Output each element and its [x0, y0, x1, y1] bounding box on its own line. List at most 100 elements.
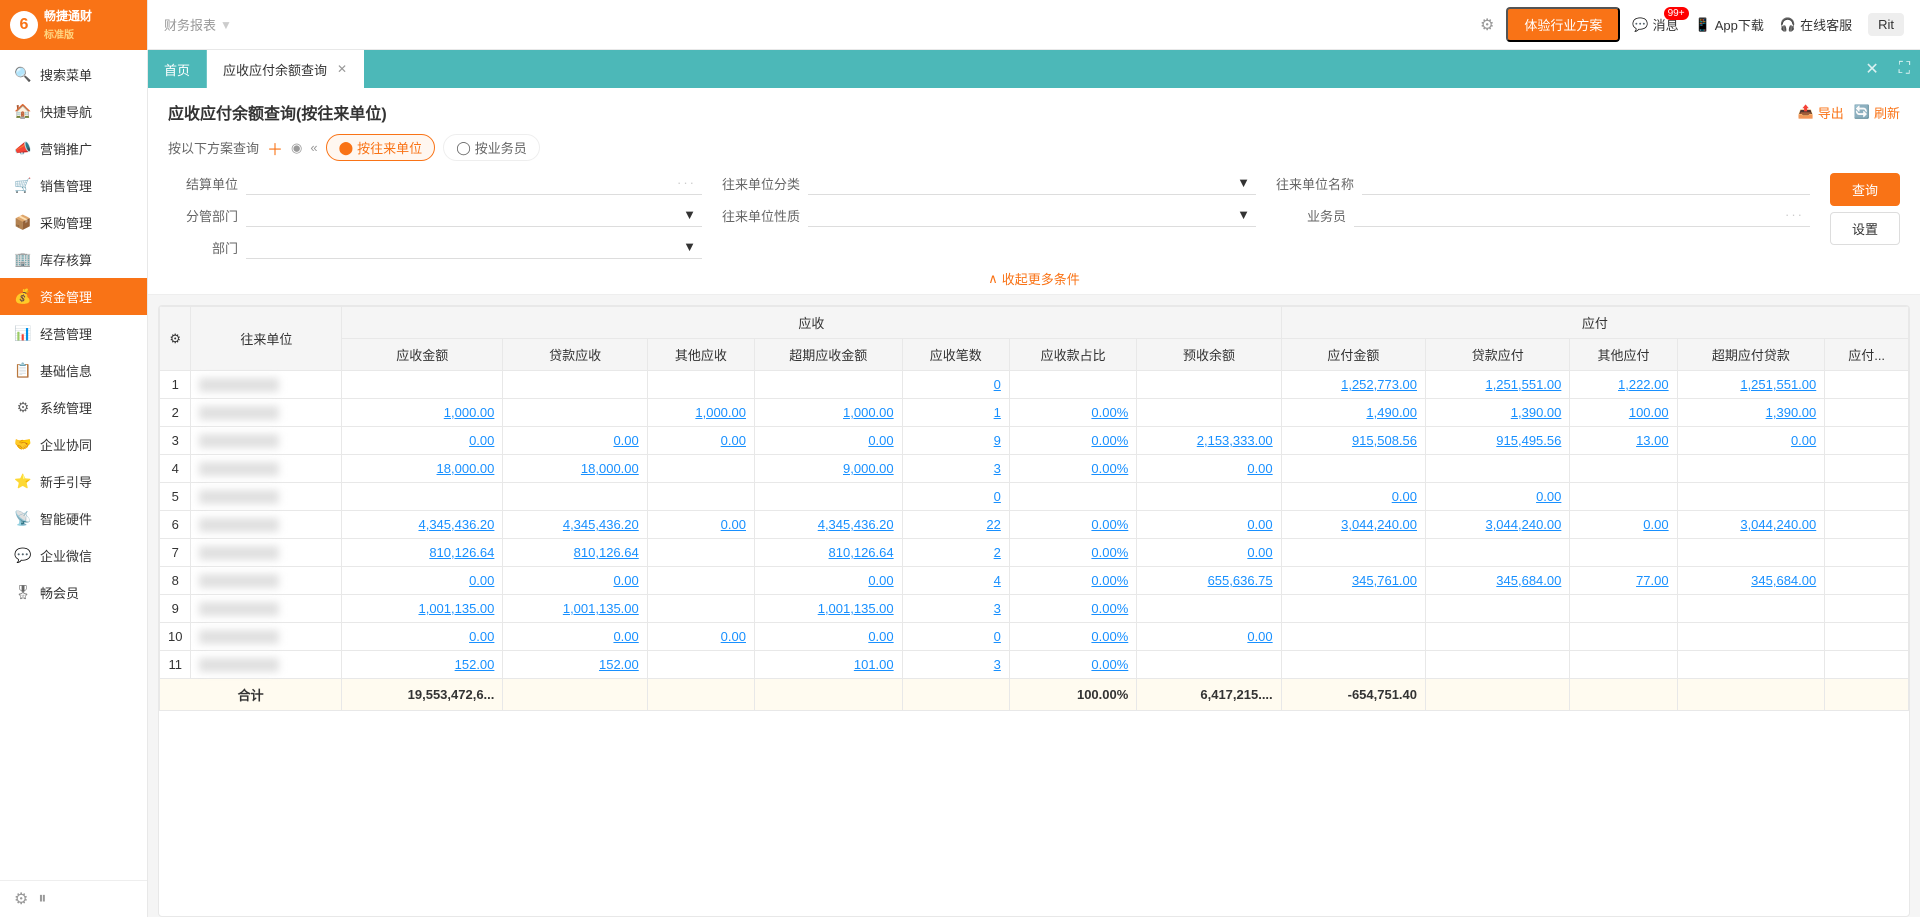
row-ap_other[interactable]: 13.00	[1570, 427, 1677, 455]
row-ar_count[interactable]: 9	[902, 427, 1009, 455]
collapse-more[interactable]: ∧ 收起更多条件	[168, 263, 1900, 294]
row-ar_ratio[interactable]: 0.00%	[1009, 651, 1136, 679]
topbar-msg[interactable]: 💬 消息 99+	[1632, 15, 1678, 34]
row-ar_ratio[interactable]: 0.00%	[1009, 539, 1136, 567]
row-ar_prepaid[interactable]: 655,636.75	[1137, 567, 1281, 595]
row-ar_prepaid[interactable]: 2,153,333.00	[1137, 427, 1281, 455]
sidebar-settings-icon[interactable]: ⚙	[14, 889, 28, 909]
sidebar-item-member[interactable]: 🎖 畅会员	[0, 574, 147, 611]
row-ar_overdue[interactable]: 0.00	[754, 427, 902, 455]
row-ap_loan[interactable]: 1,251,551.00	[1426, 371, 1570, 399]
row-ar_amount[interactable]: 1,001,135.00	[342, 595, 503, 623]
row-ar_loan[interactable]: 0.00	[503, 567, 647, 595]
row-ar_count[interactable]: 0	[902, 623, 1009, 651]
row-ap_loan[interactable]: 3,044,240.00	[1426, 511, 1570, 539]
table-gear-icon[interactable]: ⚙	[169, 331, 181, 346]
query-button[interactable]: 查询	[1830, 173, 1900, 206]
row-ar_count[interactable]: 3	[902, 455, 1009, 483]
tab-ar-ap-query[interactable]: 应收应付余额查询 ✕	[207, 50, 364, 88]
row-ar_ratio[interactable]: 0.00%	[1009, 399, 1136, 427]
sidebar-item-corp-collab[interactable]: 🤝 企业协同	[0, 426, 147, 463]
row-ar_loan[interactable]: 152.00	[503, 651, 647, 679]
sidebar-item-corp-wechat[interactable]: 💬 企业微信	[0, 537, 147, 574]
row-ar_count[interactable]: 2	[902, 539, 1009, 567]
filter-partner-type-select[interactable]: ▼	[808, 171, 1256, 195]
refresh-button[interactable]: 🔄 刷新	[1854, 103, 1900, 122]
row-ar_other[interactable]: 0.00	[647, 511, 754, 539]
tab-close-icon[interactable]: ✕	[337, 62, 347, 76]
filter-partner-nature-select[interactable]: ▼	[808, 203, 1256, 227]
row-ar_ratio[interactable]: 0.00%	[1009, 623, 1136, 651]
row-ar_prepaid[interactable]: 0.00	[1137, 623, 1281, 651]
tab-expand[interactable]: ⛶	[1889, 50, 1920, 88]
sidebar-item-smart-hw[interactable]: 📡 智能硬件	[0, 500, 147, 537]
filter-jiesuan-input[interactable]: ···	[246, 171, 702, 195]
row-ar_loan[interactable]: 1,001,135.00	[503, 595, 647, 623]
scheme-tag-partner[interactable]: ⬤ 按往来单位	[326, 134, 436, 161]
row-ar_other[interactable]: 0.00	[647, 427, 754, 455]
row-ar_count[interactable]: 0	[902, 483, 1009, 511]
row-ar_other[interactable]: 0.00	[647, 623, 754, 651]
row-ar_prepaid[interactable]: 0.00	[1137, 511, 1281, 539]
row-ar_count[interactable]: 4	[902, 567, 1009, 595]
row-ar_loan[interactable]: 18,000.00	[503, 455, 647, 483]
row-ar_count[interactable]: 0	[902, 371, 1009, 399]
row-ar_count[interactable]: 3	[902, 651, 1009, 679]
row-ap_overdue[interactable]: 1,251,551.00	[1677, 371, 1825, 399]
row-ar_amount[interactable]: 0.00	[342, 427, 503, 455]
row-ar_loan[interactable]: 4,345,436.20	[503, 511, 647, 539]
row-ar_overdue[interactable]: 101.00	[754, 651, 902, 679]
row-ar_overdue[interactable]: 1,001,135.00	[754, 595, 902, 623]
sidebar-item-sales[interactable]: 🛒 销售管理	[0, 167, 147, 204]
topbar-gear-icon[interactable]: ⚙	[1480, 15, 1494, 35]
row-ar_amount[interactable]: 18,000.00	[342, 455, 503, 483]
row-ar_loan[interactable]: 0.00	[503, 427, 647, 455]
row-ar_ratio[interactable]: 0.00%	[1009, 427, 1136, 455]
sidebar-item-purchase[interactable]: 📦 采购管理	[0, 204, 147, 241]
row-ar_overdue[interactable]: 810,126.64	[754, 539, 902, 567]
row-ar_amount[interactable]: 810,126.64	[342, 539, 503, 567]
row-ar_overdue[interactable]: 4,345,436.20	[754, 511, 902, 539]
row-ar_ratio[interactable]: 0.00%	[1009, 511, 1136, 539]
filter-add-icon[interactable]: ＋	[267, 136, 283, 160]
row-ar_overdue[interactable]: 0.00	[754, 567, 902, 595]
row-ap_amount[interactable]: 1,252,773.00	[1281, 371, 1425, 399]
sidebar-item-marketing[interactable]: 📣 营销推广	[0, 130, 147, 167]
tab-home[interactable]: 首页	[148, 50, 207, 88]
row-ar_ratio[interactable]: 0.00%	[1009, 595, 1136, 623]
sidebar-item-quick-nav[interactable]: 🏠 快捷导航	[0, 93, 147, 130]
row-ap_other[interactable]: 0.00	[1570, 511, 1677, 539]
row-ap_loan[interactable]: 0.00	[1426, 483, 1570, 511]
row-ap_amount[interactable]: 345,761.00	[1281, 567, 1425, 595]
row-ar_count[interactable]: 3	[902, 595, 1009, 623]
row-ar_count[interactable]: 1	[902, 399, 1009, 427]
row-ap_overdue[interactable]: 1,390.00	[1677, 399, 1825, 427]
filter-collapse-icon[interactable]: «	[310, 140, 317, 155]
row-ar_other[interactable]: 1,000.00	[647, 399, 754, 427]
filter-options-icon[interactable]: ◉	[291, 140, 302, 156]
row-ap_overdue[interactable]: 3,044,240.00	[1677, 511, 1825, 539]
sidebar-item-search-menu[interactable]: 🔍 搜索菜单	[0, 56, 147, 93]
sidebar-item-inventory[interactable]: 🏢 库存核算	[0, 241, 147, 278]
row-ar_overdue[interactable]: 9,000.00	[754, 455, 902, 483]
filter-sub-dept-select[interactable]: ▼	[246, 235, 702, 259]
row-ap_other[interactable]: 100.00	[1570, 399, 1677, 427]
tab-close-all[interactable]: ✕	[1855, 50, 1888, 88]
sidebar-item-new-guide[interactable]: ⭐ 新手引导	[0, 463, 147, 500]
row-ar_loan[interactable]: 0.00	[503, 623, 647, 651]
filter-salesperson-input[interactable]: ···	[1354, 203, 1810, 227]
topbar-user[interactable]: Rit	[1868, 13, 1904, 36]
row-ap_loan[interactable]: 345,684.00	[1426, 567, 1570, 595]
row-ap_other[interactable]: 77.00	[1570, 567, 1677, 595]
row-ar_ratio[interactable]: 0.00%	[1009, 567, 1136, 595]
promo-button[interactable]: 体验行业方案	[1506, 7, 1620, 42]
set-button[interactable]: 设置	[1830, 212, 1900, 245]
row-ar_amount[interactable]: 152.00	[342, 651, 503, 679]
row-ap_amount[interactable]: 1,490.00	[1281, 399, 1425, 427]
row-ap_overdue[interactable]: 0.00	[1677, 427, 1825, 455]
row-ar_amount[interactable]: 1,000.00	[342, 399, 503, 427]
topbar-service[interactable]: 🎧 在线客服	[1780, 15, 1852, 34]
row-ap_overdue[interactable]: 345,684.00	[1677, 567, 1825, 595]
row-ar_prepaid[interactable]: 0.00	[1137, 539, 1281, 567]
row-ar_amount[interactable]: 0.00	[342, 623, 503, 651]
